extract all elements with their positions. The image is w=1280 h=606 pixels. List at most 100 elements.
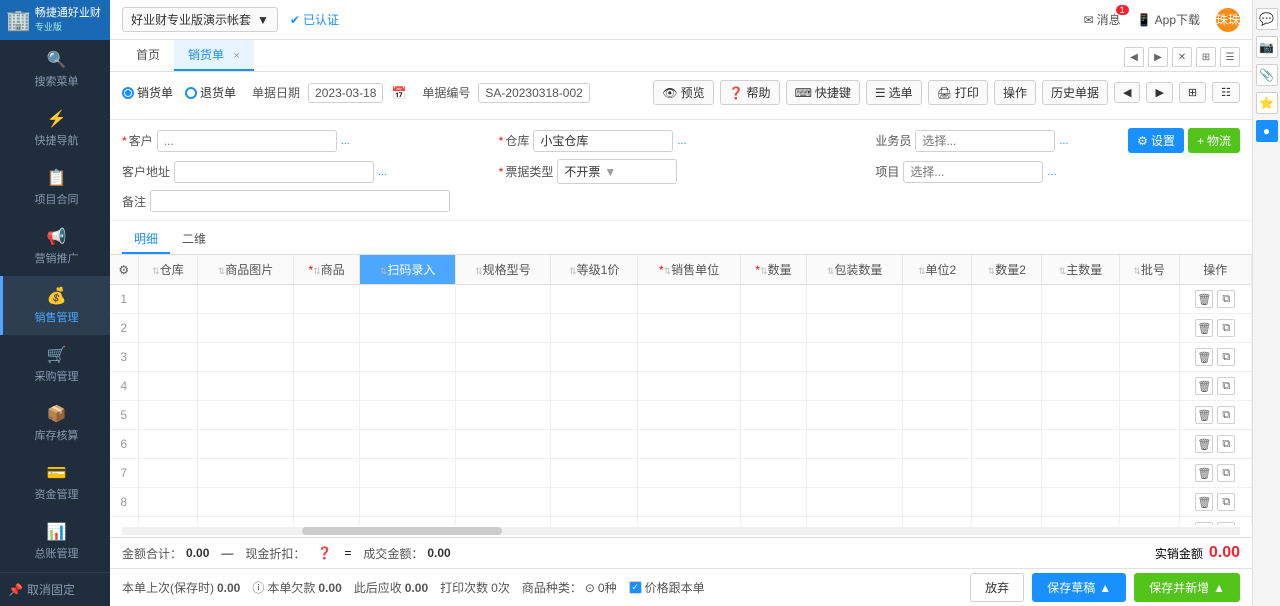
cell-main-qty[interactable] xyxy=(1042,285,1120,314)
cell-batch-import[interactable] xyxy=(360,285,455,314)
horizontal-scrollbar[interactable] xyxy=(122,527,1240,535)
cell-spec[interactable] xyxy=(455,459,550,488)
history-btn[interactable]: 历史单据 xyxy=(1042,80,1108,105)
cell-spec[interactable] xyxy=(455,488,550,517)
cell-unit[interactable] xyxy=(638,430,740,459)
warehouse-input[interactable] xyxy=(533,130,673,152)
cell-main-qty[interactable] xyxy=(1042,401,1120,430)
right-nav-btn[interactable]: ▶ xyxy=(1146,82,1172,103)
cell-product[interactable] xyxy=(293,343,360,372)
tab-detail[interactable]: 明细 xyxy=(122,225,170,254)
addr-addon-btn[interactable]: ... xyxy=(378,166,387,178)
settings-btn[interactable]: ⚙ 设置 xyxy=(1128,128,1184,153)
sidebar-item-marketing[interactable]: 📢 营销推广 xyxy=(0,217,110,276)
cell-product[interactable] xyxy=(293,285,360,314)
cell-batch-import[interactable] xyxy=(360,343,455,372)
cell-qty[interactable] xyxy=(740,430,807,459)
cell-price[interactable] xyxy=(551,488,638,517)
sidebar-item-project[interactable]: 📋 项目合同 xyxy=(0,158,110,217)
cell-spec[interactable] xyxy=(455,401,550,430)
cell-qty2[interactable] xyxy=(972,517,1042,526)
price-checkbox-item[interactable]: 价格跟本单 xyxy=(629,579,705,596)
cell-product[interactable] xyxy=(293,517,360,526)
tab-next-btn[interactable]: ▶ xyxy=(1148,47,1168,67)
col-settings[interactable]: ⚙ xyxy=(110,255,138,285)
customer-addr-input[interactable] xyxy=(174,161,374,183)
cell-unit2[interactable] xyxy=(902,430,972,459)
cell-unit2[interactable] xyxy=(902,401,972,430)
cell-batch-import[interactable] xyxy=(360,401,455,430)
cell-pack-qty[interactable] xyxy=(807,459,902,488)
cell-spec[interactable] xyxy=(455,343,550,372)
scroll-thumb[interactable] xyxy=(302,527,502,535)
cell-unit2[interactable] xyxy=(902,488,972,517)
customer-input[interactable] xyxy=(157,130,337,152)
cell-main-qty[interactable] xyxy=(1042,314,1120,343)
cell-qty[interactable] xyxy=(740,372,807,401)
cell-main-qty[interactable] xyxy=(1042,488,1120,517)
right-panel-chat-btn[interactable]: 💬 xyxy=(1256,8,1278,30)
cell-batch-import[interactable] xyxy=(360,314,455,343)
cell-qty2[interactable] xyxy=(972,430,1042,459)
tab-list-view-btn[interactable]: ☰ xyxy=(1220,47,1240,67)
cell-spec[interactable] xyxy=(455,314,550,343)
cell-batch[interactable] xyxy=(1119,343,1179,372)
save-draft-btn[interactable]: 保存草稿 ▲ xyxy=(1032,573,1126,602)
cell-product-img[interactable] xyxy=(198,401,293,430)
cell-qty[interactable] xyxy=(740,488,807,517)
row-delete-btn[interactable]: 🗑 xyxy=(1195,435,1213,453)
left-nav-btn[interactable]: ◀ xyxy=(1114,82,1140,103)
cell-qty[interactable] xyxy=(740,285,807,314)
cell-qty2[interactable] xyxy=(972,372,1042,401)
tab-prev-btn[interactable]: ◀ xyxy=(1124,47,1144,67)
help-btn[interactable]: ❓ 帮助 xyxy=(720,80,780,105)
cell-spec[interactable] xyxy=(455,372,550,401)
cell-batch[interactable] xyxy=(1119,430,1179,459)
messages-btn[interactable]: ✉ 消息 1 xyxy=(1084,11,1121,28)
return-order-radio[interactable]: 退货单 xyxy=(185,84,236,101)
cell-price[interactable] xyxy=(551,430,638,459)
cell-qty2[interactable] xyxy=(972,343,1042,372)
cell-batch[interactable] xyxy=(1119,314,1179,343)
cell-unit[interactable] xyxy=(638,285,740,314)
cell-qty[interactable] xyxy=(740,314,807,343)
cell-spec[interactable] xyxy=(455,430,550,459)
cell-qty[interactable] xyxy=(740,459,807,488)
cell-price[interactable] xyxy=(551,459,638,488)
cell-warehouse[interactable] xyxy=(138,459,198,488)
doc-date-value[interactable]: 2023-03-18 xyxy=(308,83,383,103)
cell-qty2[interactable] xyxy=(972,459,1042,488)
cell-warehouse[interactable] xyxy=(138,285,198,314)
table-view-btn[interactable]: ⊞ xyxy=(1179,82,1206,103)
salesperson-input[interactable] xyxy=(915,130,1055,152)
select-btn[interactable]: ☰ 选单 xyxy=(866,80,922,105)
user-avatar[interactable]: 珠珠 xyxy=(1216,8,1240,32)
row-delete-btn[interactable]: 🗑 xyxy=(1195,493,1213,511)
cell-product-img[interactable] xyxy=(198,343,293,372)
cell-product[interactable] xyxy=(293,488,360,517)
cell-price[interactable] xyxy=(551,314,638,343)
tab-home[interactable]: 首页 xyxy=(122,40,174,71)
cell-warehouse[interactable] xyxy=(138,401,198,430)
remark-input[interactable] xyxy=(150,190,450,212)
row-copy-btn[interactable]: ⧉ xyxy=(1217,464,1235,482)
cell-batch[interactable] xyxy=(1119,488,1179,517)
doc-no-value[interactable]: SA-20230318-002 xyxy=(478,83,589,103)
cell-unit2[interactable] xyxy=(902,343,972,372)
tab-close-btn[interactable]: × xyxy=(233,50,239,62)
cell-qty[interactable] xyxy=(740,343,807,372)
row-copy-btn[interactable]: ⧉ xyxy=(1217,522,1235,525)
cell-unit[interactable] xyxy=(638,343,740,372)
cell-batch-import[interactable] xyxy=(360,372,455,401)
cell-main-qty[interactable] xyxy=(1042,372,1120,401)
salesperson-addon-btn[interactable]: ... xyxy=(1059,135,1068,147)
cell-warehouse[interactable] xyxy=(138,314,198,343)
invoice-type-select[interactable]: 不开票 ▼ xyxy=(557,159,677,184)
cell-price[interactable] xyxy=(551,517,638,526)
cell-unit[interactable] xyxy=(638,372,740,401)
sidebar-item-quick-nav[interactable]: ⚡ 快捷导航 xyxy=(0,99,110,158)
cell-price[interactable] xyxy=(551,401,638,430)
cell-unit2[interactable] xyxy=(902,459,972,488)
print-btn[interactable]: 🖨 打印 xyxy=(928,80,988,105)
cell-pack-qty[interactable] xyxy=(807,488,902,517)
